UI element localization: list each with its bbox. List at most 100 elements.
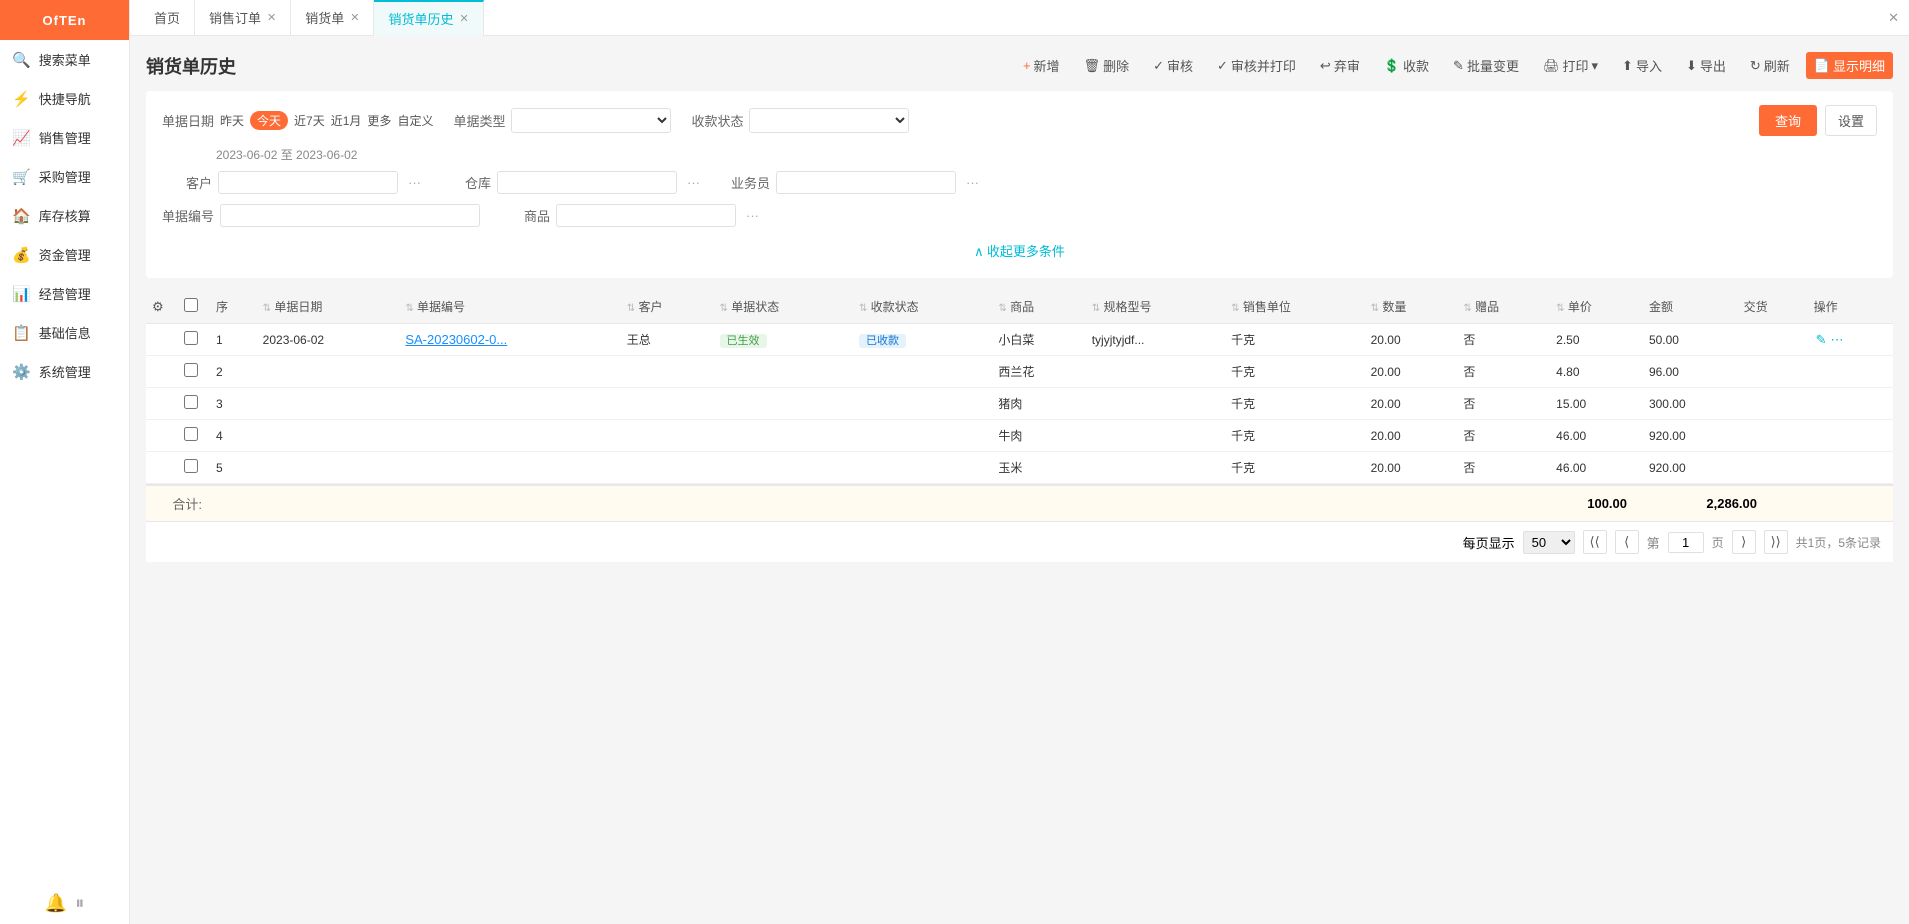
sort-spec-icon[interactable]: ⇅ [1092, 303, 1100, 314]
row-code-4[interactable] [399, 452, 620, 484]
edit-btn-0[interactable]: ✎ [1816, 332, 1827, 347]
tab-sales-goods[interactable]: 销货单 ✕ [291, 0, 374, 36]
col-gear[interactable]: ⚙ [146, 290, 178, 324]
row-qty-1: 20.00 [1365, 356, 1458, 388]
doctype-label: 单据类型 [453, 111, 505, 130]
row-checkbox-0[interactable] [184, 331, 198, 345]
sort-docstatus-icon[interactable]: ⇅ [720, 303, 728, 314]
sidebar-item-purchase[interactable]: 🛒 采购管理 [0, 157, 129, 196]
query-button[interactable]: 查询 [1759, 105, 1817, 136]
print-button[interactable]: 🖨 打印 ▾ [1535, 52, 1606, 79]
select-all-checkbox[interactable] [184, 298, 198, 312]
sort-gift-icon[interactable]: ⇅ [1463, 303, 1471, 314]
row-code-1[interactable] [399, 356, 620, 388]
tab-sales-history-close[interactable]: ✕ [460, 12, 469, 25]
sidebar-item-inventory[interactable]: 🏠 库存核算 [0, 196, 129, 235]
date-tag-today[interactable]: 今天 [250, 111, 288, 130]
table-settings-icon[interactable]: ⚙ [152, 299, 164, 314]
tab-sales-history[interactable]: 销货单历史 ✕ [374, 0, 483, 36]
row-code-2[interactable] [399, 388, 620, 420]
review-print-button[interactable]: ✓ 审核并打印 [1209, 52, 1304, 79]
more-btn-0[interactable]: ⋯ [1831, 332, 1844, 347]
sidebar-item-search[interactable]: 🔍 搜索菜单 [0, 40, 129, 79]
sidebar-item-system[interactable]: ⚙️ 系统管理 [0, 352, 129, 391]
sort-date-icon[interactable]: ⇅ [263, 303, 271, 314]
tab-sales-goods-label: 销货单 [305, 8, 344, 27]
sidebar-item-finance[interactable]: 💰 资金管理 [0, 235, 129, 274]
review-button[interactable]: ✓ 审核 [1145, 52, 1201, 79]
first-page-button[interactable]: ⟨⟨ [1583, 530, 1607, 554]
row-code-0[interactable]: SA-20230602-0... [399, 324, 620, 356]
tab-sales-history-label: 销货单历史 [388, 9, 453, 28]
toolbar: + 新增 🗑 删除 ✓ 审核 ✓ 审核并打印 ↩ 弃审 [1015, 52, 1893, 79]
abandon-button[interactable]: ↩ 弃审 [1312, 52, 1368, 79]
row-price-2: 15.00 [1550, 388, 1643, 420]
cart-icon: 🛒 [12, 168, 31, 186]
tab-sales-order-close[interactable]: ✕ [267, 11, 276, 24]
collect-button[interactable]: 💲 收款 [1376, 52, 1437, 79]
sort-unit-icon[interactable]: ⇅ [1231, 303, 1239, 314]
sort-goods-icon[interactable]: ⇅ [998, 303, 1006, 314]
sort-price-icon[interactable]: ⇅ [1556, 303, 1564, 314]
goods-more-icon[interactable]: ··· [746, 208, 759, 223]
date-tag-1month[interactable]: 近1月 [331, 112, 362, 129]
prev-page-button[interactable]: ⟨ [1615, 530, 1639, 554]
sidebar-item-baseinfo[interactable]: 📋 基础信息 [0, 313, 129, 352]
close-all-tabs[interactable]: ✕ [1888, 10, 1899, 26]
staff-more-icon[interactable]: ··· [966, 175, 979, 190]
staff-input[interactable] [776, 171, 956, 194]
warehouse-more-icon[interactable]: ··· [687, 175, 700, 190]
date-tag-more[interactable]: 更多 [367, 112, 391, 129]
row-check-1[interactable] [178, 356, 210, 388]
row-check-2[interactable] [178, 388, 210, 420]
next-page-button[interactable]: ⟩ [1732, 530, 1756, 554]
sidebar-item-sales[interactable]: 📈 销售管理 [0, 118, 129, 157]
new-button[interactable]: + 新增 [1015, 52, 1068, 79]
sort-qty-icon[interactable]: ⇅ [1371, 303, 1379, 314]
row-checkbox-1[interactable] [184, 363, 198, 377]
date-tag-yesterday[interactable]: 昨天 [220, 112, 244, 129]
row-checkbox-2[interactable] [184, 395, 198, 409]
warehouse-input[interactable] [497, 171, 677, 194]
import-button[interactable]: ⬆ 导入 [1614, 52, 1670, 79]
row-check-4[interactable] [178, 452, 210, 484]
per-page-select[interactable]: 50 100 200 [1523, 531, 1575, 554]
last-page-button[interactable]: ⟩⟩ [1764, 530, 1788, 554]
row-check-3[interactable] [178, 420, 210, 452]
tab-sales-order[interactable]: 销售订单 ✕ [195, 0, 291, 36]
filter-row-2: 客户 ··· 仓库 ··· 业务员 ··· [162, 171, 1877, 194]
delete-button[interactable]: 🗑 删除 [1076, 52, 1138, 79]
doctype-select[interactable] [511, 108, 671, 133]
row-check-0[interactable] [178, 324, 210, 356]
sort-code-icon[interactable]: ⇅ [405, 303, 413, 314]
sort-customer-icon[interactable]: ⇅ [627, 303, 635, 314]
sidebar-bottom-icon1[interactable]: 🔔 [45, 893, 67, 914]
refresh-button[interactable]: ↻ 刷新 [1742, 52, 1798, 79]
page-number-input[interactable] [1668, 532, 1704, 553]
date-tag-7days[interactable]: 近7天 [294, 112, 325, 129]
batch-change-button[interactable]: ✎ 批量变更 [1445, 52, 1527, 79]
collapse-filter[interactable]: ∧ 收起更多条件 [162, 237, 1877, 264]
sidebar-item-operations[interactable]: 📊 经营管理 [0, 274, 129, 313]
sort-paystatus-icon[interactable]: ⇅ [859, 303, 867, 314]
row-spec-3 [1086, 420, 1225, 452]
customer-more-icon[interactable]: ··· [408, 175, 421, 190]
row-checkbox-3[interactable] [184, 427, 198, 441]
goods-input[interactable] [556, 204, 736, 227]
tab-sales-goods-close[interactable]: ✕ [350, 11, 359, 24]
sidebar-bottom-icon2[interactable]: ⏸ [75, 893, 84, 914]
date-tag-custom[interactable]: 自定义 [397, 112, 433, 129]
col-price-header: ⇅ 单价 [1550, 290, 1643, 324]
setting-button[interactable]: 设置 [1825, 105, 1877, 136]
export-button[interactable]: ⬇ 导出 [1678, 52, 1734, 79]
show-detail-button[interactable]: 📄 显示明细 [1806, 52, 1893, 79]
row-checkbox-4[interactable] [184, 459, 198, 473]
sidebar-item-quicknav[interactable]: ⚡ 快捷导航 [0, 79, 129, 118]
customer-input[interactable] [218, 171, 398, 194]
docno-input[interactable] [220, 204, 480, 227]
paystatus-select[interactable] [749, 108, 909, 133]
tab-home[interactable]: 首页 [140, 0, 195, 36]
row-code-3[interactable] [399, 420, 620, 452]
row-paystatus-3 [853, 420, 992, 452]
per-page-label: 每页显示 [1463, 533, 1515, 552]
